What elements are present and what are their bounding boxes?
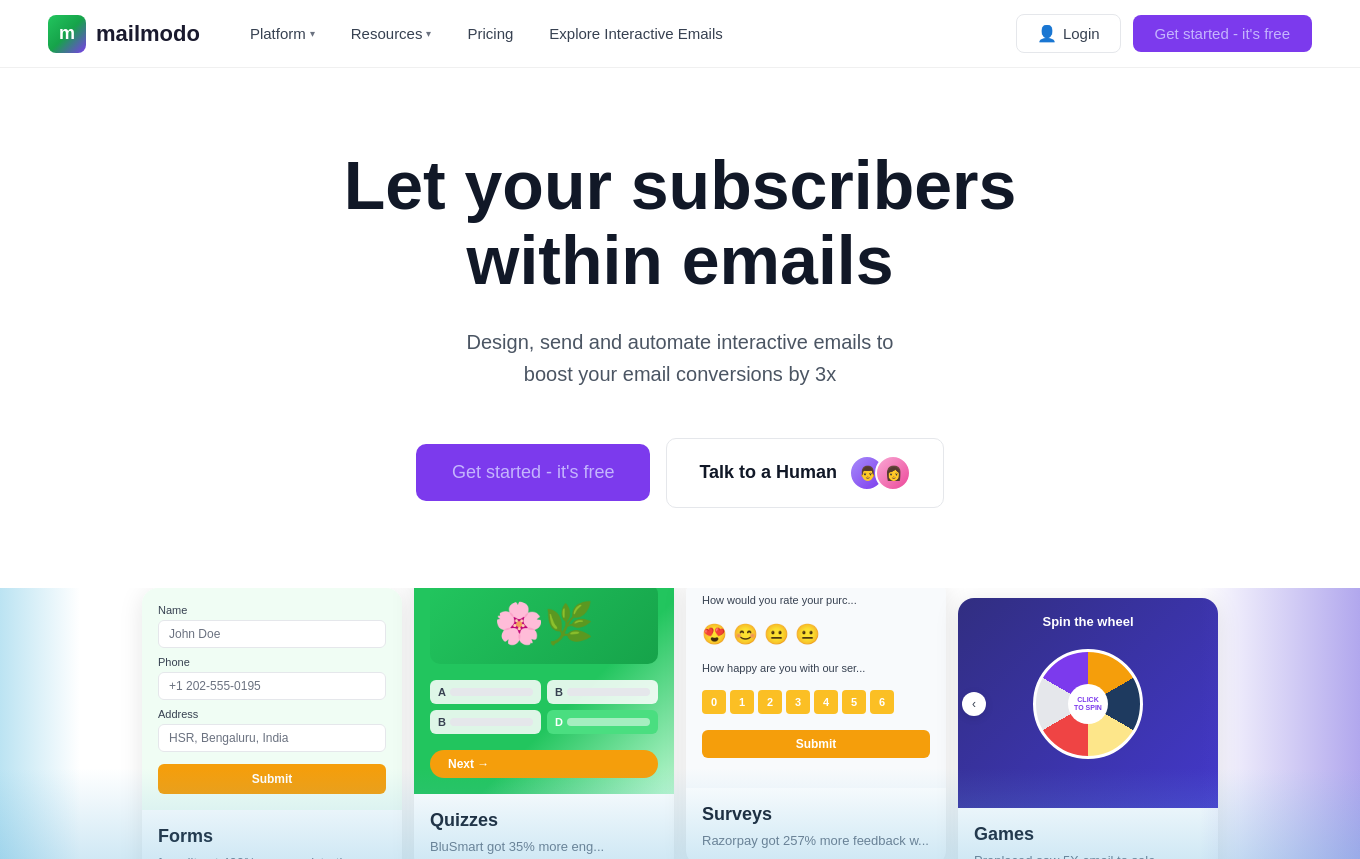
quiz-option-a[interactable]: A (430, 680, 541, 704)
quiz-option-d[interactable]: D (547, 710, 658, 734)
emoji-4[interactable]: 😐 (795, 622, 820, 646)
quizzes-card-info: Quizzes BluSmart got 35% more eng... (414, 794, 674, 859)
rating-1[interactable]: 1 (730, 690, 754, 714)
quizzes-card-desc: BluSmart got 35% more eng... (430, 837, 658, 857)
wheel-area: ‹ CLICKTO SPIN (974, 649, 1202, 759)
card-container: Name John Doe Phone +1 202-555-0195 Addr… (130, 588, 1230, 859)
nav-links: Platform ▾ Resources ▾ Pricing Explore I… (236, 17, 737, 50)
games-preview: Spin the wheel ‹ CLICKTO SPIN (958, 598, 1218, 808)
form-submit-button[interactable]: Submit (158, 764, 386, 794)
quiz-options: A B B D (430, 680, 658, 734)
hero-section: Let your subscribers within emails Desig… (80, 68, 1280, 568)
quiz-image: 🌸🌿 (430, 588, 658, 664)
surveys-card-title: Surveys (702, 804, 930, 825)
games-card-info: Games Preplaced saw 5X email to sale (958, 808, 1218, 859)
rating-5[interactable]: 5 (842, 690, 866, 714)
get-started-button[interactable]: Get started - it's free (416, 444, 651, 501)
quiz-option-b2[interactable]: B (430, 710, 541, 734)
logo-area[interactable]: m mailmodo (48, 15, 200, 53)
team-avatars: 👨 👩 (849, 455, 911, 491)
feature-cards-section: Name John Doe Phone +1 202-555-0195 Addr… (0, 588, 1360, 859)
rating-row: 0 1 2 3 4 5 6 (702, 690, 930, 714)
games-card: Spin the wheel ‹ CLICKTO SPIN Games Prep… (958, 598, 1218, 859)
rating-6[interactable]: 6 (870, 690, 894, 714)
nav-link-interactive-emails[interactable]: Explore Interactive Emails (535, 17, 736, 50)
emoji-3[interactable]: 😐 (764, 622, 789, 646)
quizzes-card-title: Quizzes (430, 810, 658, 831)
hero-subtitle: Design, send and automate interactive em… (128, 326, 1232, 390)
forms-card: Name John Doe Phone +1 202-555-0195 Addr… (142, 588, 402, 859)
nav-link-platform[interactable]: Platform ▾ (236, 17, 329, 50)
login-button[interactable]: 👤 Login (1016, 14, 1121, 53)
nav-right: 👤 Login Get started - it's free (1016, 14, 1312, 53)
surveys-preview: How would you rate your purc... 😍 😊 😐 😐 … (686, 588, 946, 788)
forms-card-info: Forms foundit got 400% more registration… (142, 810, 402, 859)
spin-label: Spin the wheel (974, 614, 1202, 629)
emoji-row: 😍 😊 😐 😐 (702, 622, 930, 646)
avatar-2: 👩 (875, 455, 911, 491)
forms-card-title: Forms (158, 826, 386, 847)
logo-text: mailmodo (96, 21, 200, 47)
games-card-title: Games (974, 824, 1202, 845)
nav-link-pricing[interactable]: Pricing (453, 17, 527, 50)
emoji-1[interactable]: 😍 (702, 622, 727, 646)
talk-to-human-button[interactable]: Talk to a Human 👨 👩 (666, 438, 944, 508)
nav-left: m mailmodo Platform ▾ Resources ▾ Pricin… (48, 15, 737, 53)
form-phone-field: Phone +1 202-555-0195 (158, 656, 386, 700)
survey-question-1: How would you rate your purc... (702, 594, 930, 606)
rating-4[interactable]: 4 (814, 690, 838, 714)
quizzes-preview: 🌸🌿 A B B (414, 588, 674, 794)
rating-3[interactable]: 3 (786, 690, 810, 714)
quiz-option-b[interactable]: B (547, 680, 658, 704)
user-icon: 👤 (1037, 24, 1057, 43)
forms-card-desc: foundit got 400% more registrations (158, 853, 386, 859)
wheel-container[interactable]: CLICKTO SPIN (1033, 649, 1143, 759)
chevron-down-icon: ▾ (426, 28, 431, 39)
rating-2[interactable]: 2 (758, 690, 782, 714)
forms-preview: Name John Doe Phone +1 202-555-0195 Addr… (142, 588, 402, 810)
surveys-card: How would you rate your purc... 😍 😊 😐 😐 … (686, 588, 946, 859)
left-fade (0, 588, 80, 859)
mailmodo-logo-icon: m (48, 15, 86, 53)
emoji-2[interactable]: 😊 (733, 622, 758, 646)
chevron-down-icon: ▾ (310, 28, 315, 39)
nav-link-resources[interactable]: Resources ▾ (337, 17, 446, 50)
feature-cards-wrapper: Name John Doe Phone +1 202-555-0195 Addr… (0, 568, 1360, 859)
hero-title: Let your subscribers within emails (128, 148, 1232, 298)
navbar: m mailmodo Platform ▾ Resources ▾ Pricin… (0, 0, 1360, 68)
form-name-field: Name John Doe (158, 604, 386, 648)
prev-arrow[interactable]: ‹ (962, 692, 986, 716)
surveys-card-info: Surveys Razorpay got 257% more feedback … (686, 788, 946, 859)
survey-question-2: How happy are you with our ser... (702, 662, 930, 674)
survey-submit-button[interactable]: Submit (702, 730, 930, 758)
quizzes-card: 🌸🌿 A B B (414, 588, 674, 859)
hero-cta: Get started - it's free Talk to a Human … (128, 438, 1232, 508)
quiz-next-button[interactable]: Next → (430, 750, 658, 778)
rating-0[interactable]: 0 (702, 690, 726, 714)
get-started-nav-button[interactable]: Get started - it's free (1133, 15, 1312, 52)
spin-center-button[interactable]: CLICKTO SPIN (1068, 684, 1108, 724)
form-address-field: Address HSR, Bengaluru, India (158, 708, 386, 752)
surveys-card-desc: Razorpay got 257% more feedback w... (702, 831, 930, 851)
games-card-desc: Preplaced saw 5X email to sale (974, 851, 1202, 859)
